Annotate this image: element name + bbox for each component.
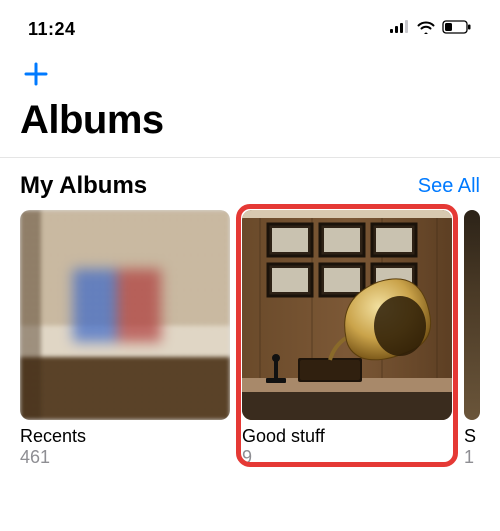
status-time: 11:24 xyxy=(28,19,76,40)
album-name: Recents xyxy=(20,426,230,447)
battery-icon xyxy=(442,20,472,39)
toolbar xyxy=(0,50,500,94)
status-bar: 11:24 xyxy=(0,0,500,50)
album-good-stuff[interactable]: Good stuff 9 xyxy=(242,210,452,468)
album-partial[interactable]: S 1 xyxy=(464,210,480,468)
add-album-button[interactable] xyxy=(20,58,52,90)
section-title: My Albums xyxy=(20,172,147,200)
album-count: 1 xyxy=(464,447,480,468)
album-cover xyxy=(20,210,230,420)
album-name: S xyxy=(464,426,480,447)
album-cover xyxy=(464,210,480,420)
signal-icon xyxy=(390,20,410,39)
album-count: 9 xyxy=(242,447,452,468)
album-cover xyxy=(242,210,452,420)
section-header: My Albums See All xyxy=(0,158,500,210)
page-title: Albums xyxy=(20,98,480,143)
plus-icon xyxy=(23,61,49,87)
see-all-link[interactable]: See All xyxy=(418,175,480,198)
albums-list[interactable]: Recents 461 xyxy=(0,210,500,468)
wifi-icon xyxy=(416,20,436,39)
gramophone-image xyxy=(242,210,452,420)
page-header: Albums xyxy=(0,94,500,151)
album-count: 461 xyxy=(20,447,230,468)
status-indicators xyxy=(390,20,472,39)
album-recents[interactable]: Recents 461 xyxy=(20,210,230,468)
album-name: Good stuff xyxy=(242,426,452,447)
